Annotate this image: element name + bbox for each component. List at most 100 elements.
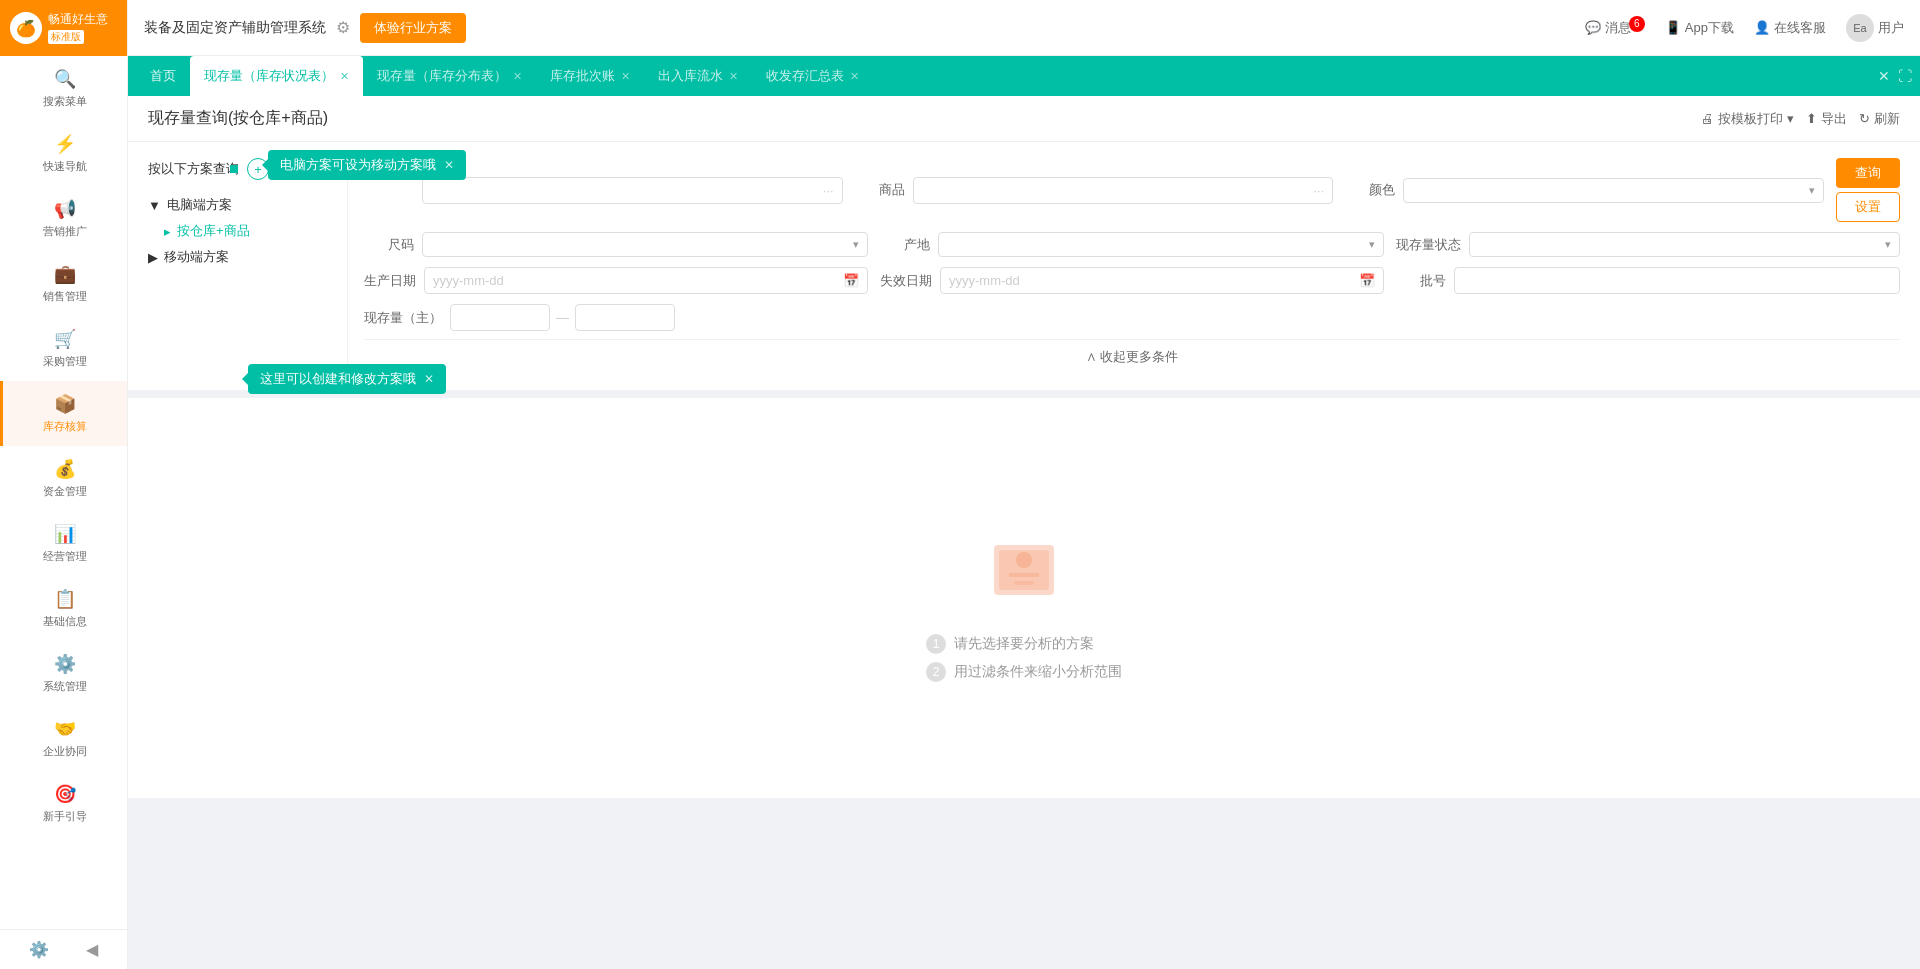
filter-field-status: 现存量状态 ▾: [1396, 232, 1900, 257]
sidebar-item-enterprise[interactable]: 🤝 企业协同: [0, 706, 127, 771]
tab-collect-summary-close[interactable]: ✕: [850, 70, 859, 83]
tabs-bar: 首页 现存量（库存状况表） ✕ 现存量（库存分布表） ✕ 库存批次账 ✕ 出入库…: [128, 56, 1920, 96]
collapse-label: 收起更多条件: [1100, 349, 1178, 364]
tab-batch-ledger[interactable]: 库存批次账 ✕: [536, 56, 644, 96]
query-btn[interactable]: 查询: [1836, 158, 1900, 188]
color-select[interactable]: ▾: [1403, 178, 1824, 203]
sidebar-item-operation[interactable]: 📊 经营管理: [0, 511, 127, 576]
warehouse-select[interactable]: ···: [422, 177, 843, 204]
sidebar-item-guide[interactable]: 🎯 新手引导: [0, 771, 127, 836]
tab-home-label: 首页: [150, 67, 176, 85]
print-template-btn[interactable]: 🖨 按模板打印 ▾: [1701, 110, 1794, 128]
stock-qty-to[interactable]: [575, 304, 675, 331]
sidebar-item-basic[interactable]: 📋 基础信息: [0, 576, 127, 641]
filter-field-produce-date: 生产日期 yyyy-mm-dd 📅: [364, 267, 868, 294]
header: 装备及固定资产辅助管理系统 ⚙ 体验行业方案 💬 消息 6 📱 App下载 👤 …: [128, 0, 1920, 56]
export-icon: ⬆: [1806, 111, 1817, 126]
pc-scheme-label: 电脑端方案: [167, 196, 232, 214]
sidebar-item-purchase[interactable]: 🛒 采购管理: [0, 316, 127, 381]
size-select[interactable]: ▾: [422, 232, 868, 257]
sidebar-item-inventory[interactable]: 📦 库存核算: [0, 381, 127, 446]
batch-no-input[interactable]: [1454, 267, 1900, 294]
pc-child-icon: ▸: [164, 224, 171, 239]
size-label: 尺码: [364, 236, 414, 254]
sidebar-label-finance: 资金管理: [43, 484, 87, 499]
tab-collect-summary[interactable]: 收发存汇总表 ✕: [752, 56, 873, 96]
sidebar-label-purchase: 采购管理: [43, 354, 87, 369]
quick-nav-icon: ⚡: [54, 133, 76, 155]
produce-date-range: yyyy-mm-dd 📅: [424, 267, 868, 294]
refresh-label: 刷新: [1874, 110, 1900, 128]
message-label: 消息: [1605, 19, 1631, 37]
sidebar-settings-btn[interactable]: ⚙️: [29, 940, 49, 959]
stock-qty-from[interactable]: [450, 304, 550, 331]
connector-dot: [230, 165, 238, 173]
produce-date-start[interactable]: yyyy-mm-dd 📅: [424, 267, 868, 294]
tab-inventory-status-close[interactable]: ✕: [340, 70, 349, 83]
mobile-scheme-item[interactable]: ▶ 移动端方案: [148, 244, 331, 270]
pc-scheme-child-1[interactable]: ▸ 按仓库+商品: [164, 218, 331, 244]
message-btn[interactable]: 💬 消息 6: [1585, 19, 1645, 37]
pc-scheme-arrow: ▼: [148, 198, 161, 213]
sidebar-footer: ⚙️ ◀: [0, 929, 127, 969]
tabs-close-all-btn[interactable]: ✕: [1878, 68, 1890, 84]
tab-inventory-status[interactable]: 现存量（库存状况表） ✕: [190, 56, 363, 96]
tab-in-out-flow-close[interactable]: ✕: [729, 70, 738, 83]
calendar-icon-2: 📅: [1359, 273, 1375, 288]
filter-field-batch-no: 批号: [1396, 267, 1900, 294]
status-label: 现存量状态: [1396, 236, 1461, 254]
user-menu[interactable]: Ea 用户: [1846, 14, 1904, 42]
online-service-btn[interactable]: 👤 在线客服: [1754, 19, 1826, 37]
page-actions: 🖨 按模板打印 ▾ ⬆ 导出 ↻ 刷新: [1701, 110, 1900, 128]
enterprise-icon: 🤝: [54, 718, 76, 740]
expire-date-start[interactable]: yyyy-mm-dd 📅: [940, 267, 1384, 294]
sidebar-item-search[interactable]: 🔍 搜索菜单: [0, 56, 127, 121]
export-label: 导出: [1821, 110, 1847, 128]
sales-icon: 💼: [54, 263, 76, 285]
calendar-icon-1: 📅: [843, 273, 859, 288]
sidebar-collapse-btn[interactable]: ◀: [86, 940, 98, 959]
tab-batch-ledger-label: 库存批次账: [550, 67, 615, 85]
sidebar-item-quick-nav[interactable]: ⚡ 快速导航: [0, 121, 127, 186]
app-download-btn[interactable]: 📱 App下载: [1665, 19, 1734, 37]
tooltip-pc-close[interactable]: ✕: [444, 158, 454, 172]
filter-header: 按以下方案查询 + ✎ ← 电脑方案可设为移动方案哦 ✕: [148, 158, 331, 180]
sidebar-label-marketing: 营销推广: [43, 224, 87, 239]
sidebar-item-system[interactable]: ⚙️ 系统管理: [0, 641, 127, 706]
tooltip-pc: 电脑方案可设为移动方案哦 ✕: [268, 150, 466, 180]
logo-icon: 🍊: [10, 12, 42, 44]
tab-inventory-dist-close[interactable]: ✕: [513, 70, 522, 83]
export-btn[interactable]: ⬆ 导出: [1806, 110, 1847, 128]
experience-btn[interactable]: 体验行业方案: [360, 13, 466, 43]
tab-batch-ledger-close[interactable]: ✕: [621, 70, 630, 83]
filter-row-4: 现存量（主） —: [364, 304, 1900, 331]
system-name: 装备及固定资产辅助管理系统: [144, 19, 326, 37]
tab-in-out-flow[interactable]: 出入库流水 ✕: [644, 56, 752, 96]
product-label: 商品: [855, 181, 905, 199]
page-title: 现存量查询(按仓库+商品): [148, 108, 328, 129]
batch-no-label: 批号: [1396, 272, 1446, 290]
sidebar-item-sales[interactable]: 💼 销售管理: [0, 251, 127, 316]
tabs-fullscreen-btn[interactable]: ⛶: [1898, 68, 1912, 84]
print-label: 按模板打印: [1718, 110, 1783, 128]
filter-actions: 查询 设置: [1836, 158, 1900, 222]
sidebar-item-marketing[interactable]: 📢 营销推广: [0, 186, 127, 251]
logo-name: 畅通好生意: [48, 12, 108, 28]
tab-inventory-dist-label: 现存量（库存分布表）: [377, 67, 507, 85]
tab-home[interactable]: 首页: [136, 56, 190, 96]
tooltip-edit-close[interactable]: ✕: [424, 372, 434, 386]
product-select[interactable]: ···: [913, 177, 1334, 204]
tab-inventory-dist[interactable]: 现存量（库存分布表） ✕: [363, 56, 536, 96]
print-arrow-icon: ▾: [1787, 111, 1794, 126]
status-select[interactable]: ▾: [1469, 232, 1900, 257]
collapse-more-btn[interactable]: ∧ 收起更多条件: [364, 339, 1900, 374]
sidebar-nav: 🔍 搜索菜单 ⚡ 快速导航 📢 营销推广 💼 销售管理 🛒 采购管理 📦 库存核…: [0, 56, 127, 929]
refresh-btn[interactable]: ↻ 刷新: [1859, 110, 1900, 128]
origin-arrow-icon: ▾: [1369, 238, 1375, 251]
main-area: 装备及固定资产辅助管理系统 ⚙ 体验行业方案 💬 消息 6 📱 App下载 👤 …: [128, 0, 1920, 969]
origin-select[interactable]: ▾: [938, 232, 1384, 257]
header-settings-icon[interactable]: ⚙: [336, 18, 350, 37]
sidebar-item-finance[interactable]: 💰 资金管理: [0, 446, 127, 511]
reset-btn[interactable]: 设置: [1836, 192, 1900, 222]
pc-scheme-item[interactable]: ▼ 电脑端方案: [148, 192, 331, 218]
